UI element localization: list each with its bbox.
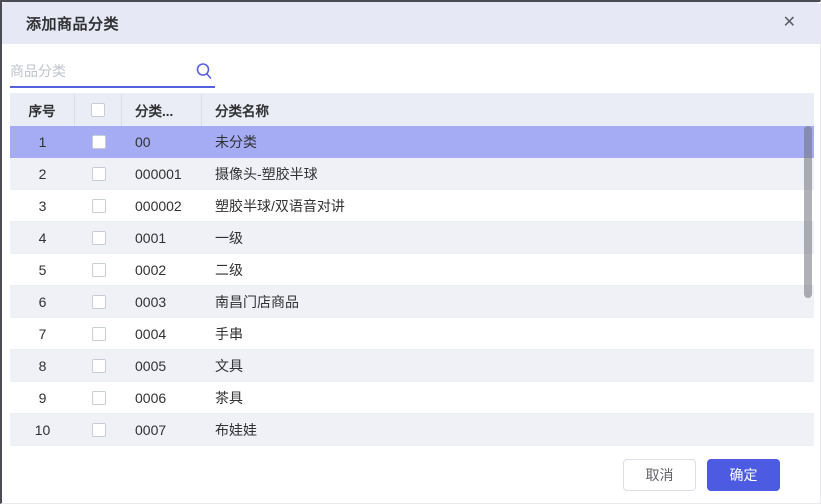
row-name-cell: 摄像头-塑胶半球 xyxy=(215,165,318,182)
row-checkbox[interactable] xyxy=(91,422,106,437)
row-code-cell: 00 xyxy=(135,133,151,150)
table-row[interactable]: 7 0004 手串 xyxy=(10,318,814,350)
row-index-cell: 8 xyxy=(38,357,47,374)
row-name-cell: 南昌门店商品 xyxy=(215,293,299,310)
dialog-footer: 取消 确定 xyxy=(623,459,780,491)
search-icon[interactable] xyxy=(193,60,215,82)
row-checkbox[interactable] xyxy=(91,390,106,405)
row-name-cell: 二级 xyxy=(215,261,243,278)
row-code-cell: 0003 xyxy=(135,293,167,310)
row-checkbox[interactable] xyxy=(91,326,106,341)
row-checkbox[interactable] xyxy=(91,198,106,213)
dialog-title: 添加商品分类 xyxy=(26,15,120,33)
row-name-cell: 手串 xyxy=(215,325,243,342)
table-row[interactable]: 9 0006 茶具 xyxy=(10,382,814,414)
category-table: 序号 分类... 分类名称 1 00 未分类 2 000001 摄像头-塑胶半球 3 0000… xyxy=(10,93,814,446)
row-code-cell: 0002 xyxy=(135,261,167,278)
row-index-cell: 9 xyxy=(38,389,47,406)
row-code-cell: 000002 xyxy=(135,197,182,214)
row-checkbox[interactable] xyxy=(91,262,106,277)
table-row[interactable]: 4 0001 一级 xyxy=(10,222,814,254)
search-input[interactable] xyxy=(10,63,193,79)
row-checkbox-cell xyxy=(75,286,122,317)
row-checkbox[interactable] xyxy=(91,166,106,181)
table-row[interactable]: 1 00 未分类 xyxy=(10,126,814,158)
row-checkbox[interactable] xyxy=(91,134,106,149)
row-name-cell: 茶具 xyxy=(215,389,243,406)
table-row[interactable]: 10 0007 布娃娃 xyxy=(10,414,814,446)
row-checkbox-cell xyxy=(75,222,122,253)
table-scrollbar[interactable] xyxy=(804,126,812,298)
row-checkbox-cell xyxy=(75,382,122,413)
row-code-cell: 0006 xyxy=(135,389,167,406)
table-row[interactable]: 5 0002 二级 xyxy=(10,254,814,286)
row-code-cell: 0001 xyxy=(135,229,167,246)
confirm-button[interactable]: 确定 xyxy=(707,459,780,491)
row-checkbox[interactable] xyxy=(91,294,106,309)
table-row[interactable]: 8 0005 文具 xyxy=(10,350,814,382)
row-code-cell: 0007 xyxy=(135,421,167,438)
row-code-cell: 000001 xyxy=(135,165,182,182)
row-code-cell: 0005 xyxy=(135,357,167,374)
row-checkbox-cell xyxy=(75,414,122,445)
row-checkbox-cell xyxy=(75,254,122,285)
row-checkbox-cell xyxy=(75,350,122,381)
row-index-cell: 2 xyxy=(38,165,47,182)
row-index-cell: 10 xyxy=(34,421,51,438)
row-checkbox-cell xyxy=(75,318,122,349)
row-index-cell: 4 xyxy=(38,229,47,246)
row-index-cell: 6 xyxy=(38,293,47,310)
row-code-cell: 0004 xyxy=(135,325,167,342)
row-index-cell: 1 xyxy=(38,133,47,150)
close-icon[interactable]: ✕ xyxy=(779,13,800,33)
column-header-code: 分类... xyxy=(122,94,202,126)
dialog-header: 添加商品分类 ✕ xyxy=(2,2,820,44)
row-checkbox-cell xyxy=(75,158,122,189)
row-checkbox[interactable] xyxy=(91,230,106,245)
table-row[interactable]: 2 000001 摄像头-塑胶半球 xyxy=(10,158,814,190)
row-name-cell: 布娃娃 xyxy=(215,421,257,438)
cancel-button[interactable]: 取消 xyxy=(623,459,696,491)
row-checkbox[interactable] xyxy=(91,358,106,373)
table-body: 1 00 未分类 2 000001 摄像头-塑胶半球 3 000002 塑胶半球/双语音对讲 4 0… xyxy=(10,126,814,446)
row-name-cell: 文具 xyxy=(215,357,243,374)
table-row[interactable]: 6 0003 南昌门店商品 xyxy=(10,286,814,318)
row-name-cell: 未分类 xyxy=(215,133,257,150)
column-header-index: 序号 xyxy=(10,94,75,126)
search-bar xyxy=(10,56,215,88)
row-index-cell: 5 xyxy=(38,261,47,278)
row-name-cell: 一级 xyxy=(215,229,243,246)
column-header-select xyxy=(75,94,122,126)
column-header-name: 分类名称 xyxy=(215,104,269,119)
row-checkbox-cell xyxy=(75,190,122,221)
row-checkbox-cell xyxy=(75,126,122,157)
row-index-cell: 7 xyxy=(38,325,47,342)
row-name-cell: 塑胶半球/双语音对讲 xyxy=(215,197,345,214)
table-row[interactable]: 3 000002 塑胶半球/双语音对讲 xyxy=(10,190,814,222)
select-all-checkbox[interactable] xyxy=(91,103,105,117)
row-index-cell: 3 xyxy=(38,197,47,214)
table-header-row: 序号 分类... 分类名称 xyxy=(10,94,814,126)
